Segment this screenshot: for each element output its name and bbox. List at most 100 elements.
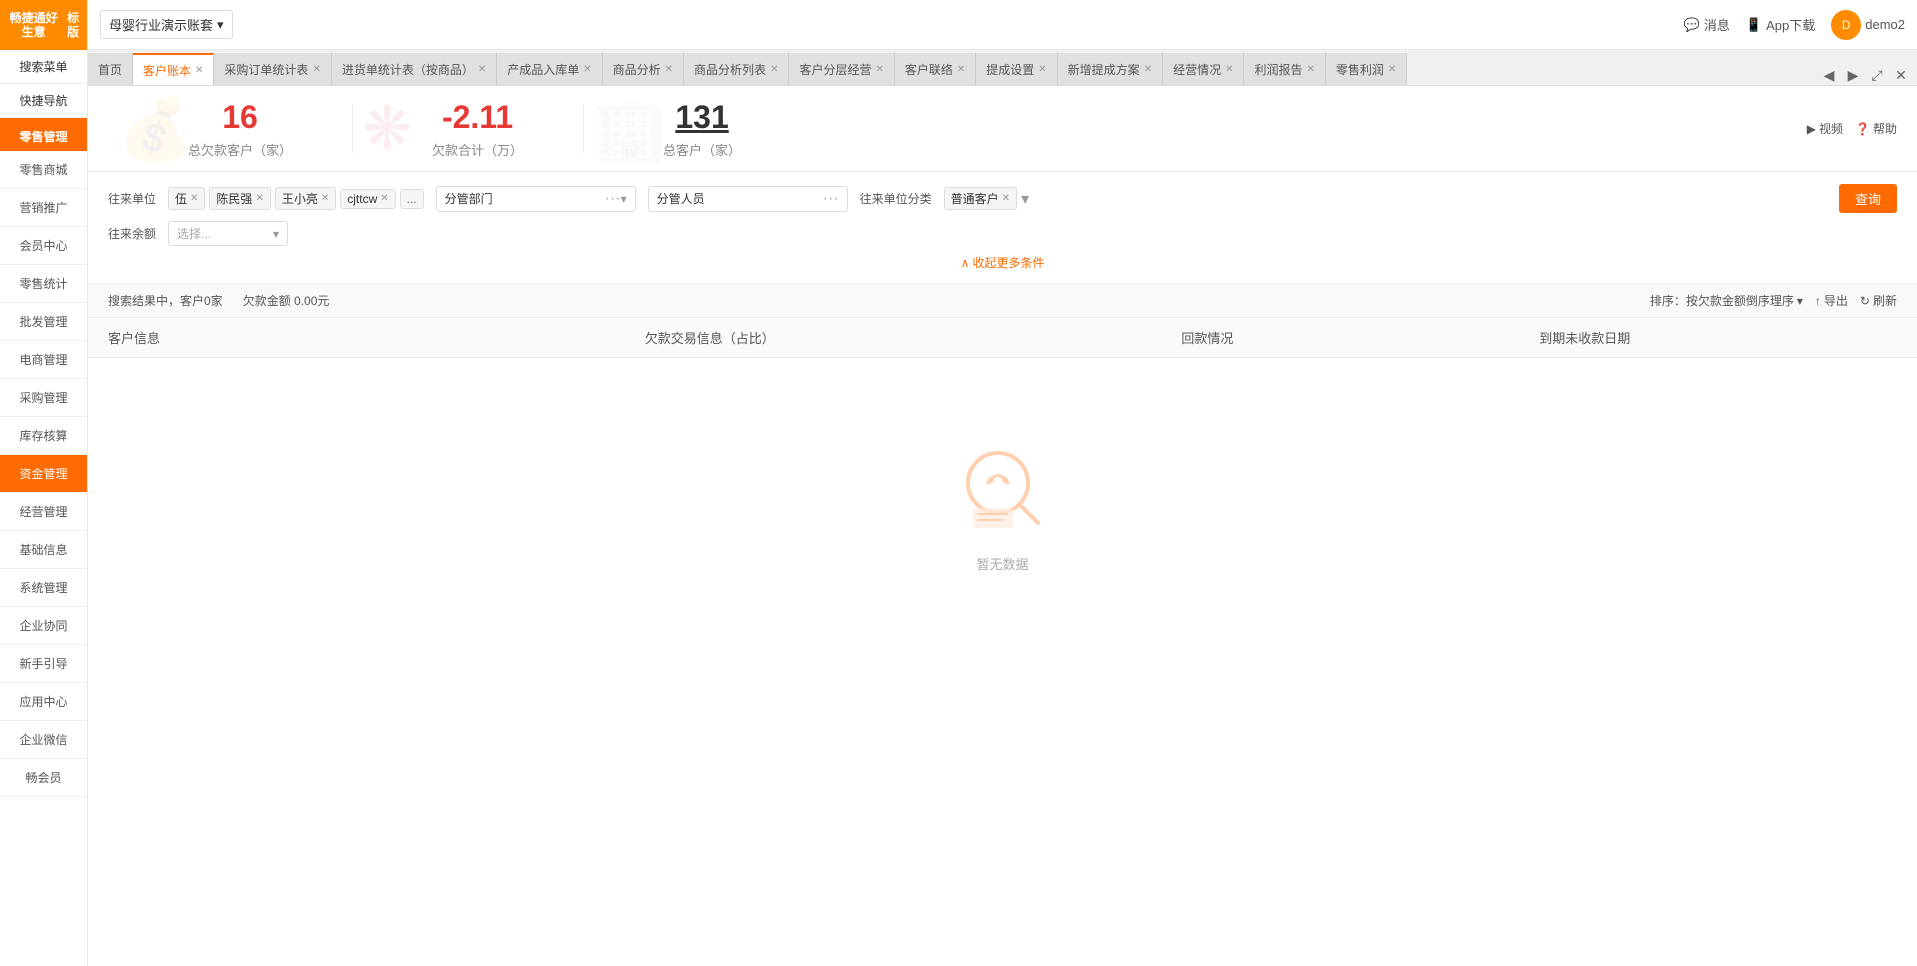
tab-product-analysis-close[interactable]: ✕	[665, 64, 673, 75]
sidebar-item-basic[interactable]: 基础信息	[0, 531, 87, 569]
avatar: D	[1831, 10, 1861, 40]
tag-1-label: 陈民强	[216, 190, 252, 207]
tab-product-analysis[interactable]: 商品分析 ✕	[603, 53, 684, 85]
sidebar-item-newcomer[interactable]: 新手引导	[0, 645, 87, 683]
filter-tag-2[interactable]: 王小亮 ✕	[275, 187, 336, 210]
help-btn[interactable]: ❓ 帮助	[1855, 120, 1897, 137]
tab-product-instock-close[interactable]: ✕	[583, 64, 591, 75]
tab-instock-close[interactable]: ✕	[478, 64, 486, 75]
tab-home-label: 首页	[98, 61, 122, 78]
sidebar-item-member[interactable]: 会员中心	[0, 227, 87, 265]
unit-cat-tag-label: 普通客户	[951, 190, 999, 207]
sidebar-item-enterprise[interactable]: 企业协同	[0, 607, 87, 645]
sidebar-item-operation[interactable]: 经营管理	[0, 493, 87, 531]
query-button[interactable]: 查询	[1839, 184, 1897, 213]
tab-product-analysis-list[interactable]: 商品分析列表 ✕	[684, 53, 789, 85]
refresh-btn[interactable]: ↻ 刷新	[1860, 292, 1897, 309]
tag-1-close[interactable]: ✕	[255, 193, 263, 204]
tab-business-status[interactable]: 经营情况 ✕	[1163, 53, 1244, 85]
filter-tag-more[interactable]: ...	[400, 189, 424, 209]
tab-purchase-order-stats[interactable]: 采购订单统计表 ✕	[214, 53, 331, 85]
filter-tag-3[interactable]: cjttcw ✕	[340, 189, 395, 209]
sidebar-item-retail-mall[interactable]: 零售商城	[0, 151, 87, 189]
tab-next-btn[interactable]: ▶	[1843, 65, 1863, 85]
inventory-label: 库存核算	[19, 429, 67, 443]
header-left: 母婴行业演示账套 ▾	[100, 10, 233, 39]
retail-section[interactable]: 零售管理	[0, 118, 87, 151]
stat-overdue-value: -2.11	[442, 98, 513, 136]
message-btn[interactable]: 💬 消息	[1684, 15, 1730, 34]
filter-tag-1[interactable]: 陈民强 ✕	[209, 187, 270, 210]
branch-person-select[interactable]: 分管人员 ···	[648, 186, 848, 212]
tab-profit-report[interactable]: 利润报告 ✕	[1244, 53, 1325, 85]
tab-customer-tier[interactable]: 客户分层经营 ✕	[789, 53, 894, 85]
remainder-label: 往来余额	[108, 225, 156, 242]
tab-prev-btn[interactable]: ◀	[1819, 65, 1839, 85]
video-btn[interactable]: ▶ 视频	[1807, 120, 1843, 137]
username: demo2	[1865, 17, 1905, 32]
tab-accounts[interactable]: 客户账本 ✕	[133, 53, 214, 85]
filter-tag-0[interactable]: 伍 ✕	[168, 187, 205, 210]
sidebar-item-marketing[interactable]: 营销推广	[0, 189, 87, 227]
search-menu-btn[interactable]: 搜索菜单	[0, 50, 87, 84]
tab-accounts-close[interactable]: ✕	[195, 65, 203, 76]
tag-2-close[interactable]: ✕	[321, 193, 329, 204]
sort-label: 排序：按欠款金额倒序理序	[1650, 292, 1794, 309]
data-table: 客户信息 欠款交易信息（占比） 回款情况 到期未收款日期	[88, 318, 1917, 653]
sidebar-item-vip[interactable]: 畅会员	[0, 759, 87, 797]
tab-new-commission-close[interactable]: ✕	[1144, 64, 1152, 75]
tab-product-analysis-list-close[interactable]: ✕	[770, 64, 778, 75]
tab-new-commission[interactable]: 新增提成方案 ✕	[1058, 53, 1163, 85]
help-icon: ❓	[1855, 122, 1870, 136]
search-result-label: 搜索结果中，客户0家	[108, 292, 223, 309]
empty-icon	[953, 438, 1053, 538]
tab-retail-profit[interactable]: 零售利润 ✕	[1326, 53, 1407, 85]
operation-label: 经营管理	[19, 505, 67, 519]
sort-selector[interactable]: 排序：按欠款金额倒序理序 ▾	[1650, 292, 1803, 309]
unit-cat-close[interactable]: ✕	[1002, 193, 1010, 204]
stats-right-actions: ▶ 视频 ❓ 帮助	[1807, 120, 1897, 137]
tab-customer-contact[interactable]: 客户联络 ✕	[895, 53, 976, 85]
unit-category-label: 往来单位分类	[860, 190, 932, 207]
sidebar-item-finance[interactable]: 资金管理	[0, 455, 87, 493]
sidebar-item-inventory[interactable]: 库存核算	[0, 417, 87, 455]
tab-instock-stats[interactable]: 进货单统计表（按商品） ✕	[332, 53, 497, 85]
unit-cat-arrow: ▾	[1021, 189, 1029, 209]
result-actions: 排序：按欠款金额倒序理序 ▾ ↑ 导出 ↻ 刷新	[1650, 292, 1897, 309]
tab-retail-profit-close[interactable]: ✕	[1388, 64, 1396, 75]
branch-dept-select[interactable]: 分管部门 ··· ▾	[436, 186, 636, 212]
tab-commission-close[interactable]: ✕	[1038, 64, 1046, 75]
sidebar-item-ecommerce[interactable]: 电商管理	[0, 341, 87, 379]
workspace-selector[interactable]: 母婴行业演示账套 ▾	[100, 10, 233, 39]
sidebar-item-wechat[interactable]: 企业微信	[0, 721, 87, 759]
export-icon: ↑	[1815, 294, 1821, 308]
tab-customer-tier-close[interactable]: ✕	[875, 64, 883, 75]
app-download-btn[interactable]: 📱 App下载	[1746, 15, 1815, 34]
collapse-btn[interactable]: ∧ 收起更多条件	[108, 254, 1897, 271]
tab-purchase-order-close[interactable]: ✕	[312, 64, 320, 75]
tab-close-all-btn[interactable]: ✕	[1891, 65, 1911, 85]
tab-profit-report-close[interactable]: ✕	[1307, 64, 1315, 75]
filter-row-2: 往来余额 选择... ▾	[108, 221, 1897, 246]
sidebar-item-appcenter[interactable]: 应用中心	[0, 683, 87, 721]
remainder-select[interactable]: 选择... ▾	[168, 221, 288, 246]
sidebar-item-system[interactable]: 系统管理	[0, 569, 87, 607]
unit-category-tag-0[interactable]: 普通客户 ✕	[944, 187, 1017, 210]
filter-tags: 伍 ✕ 陈民强 ✕ 王小亮 ✕ cjttcw ✕	[168, 187, 424, 210]
tab-expand-btn[interactable]: ⤢	[1867, 65, 1887, 85]
quick-nav-btn[interactable]: 快捷导航	[0, 84, 87, 118]
collapse-arrow-icon: ∧	[961, 256, 970, 270]
export-btn[interactable]: ↑ 导出	[1815, 292, 1848, 309]
user-menu[interactable]: D demo2	[1831, 10, 1905, 40]
tab-product-instock[interactable]: 产成品入库单 ✕	[497, 53, 602, 85]
tag-3-close[interactable]: ✕	[380, 193, 388, 204]
tab-home[interactable]: 首页	[88, 53, 133, 85]
tab-business-status-close[interactable]: ✕	[1225, 64, 1233, 75]
system-label: 系统管理	[19, 581, 67, 595]
tag-0-close[interactable]: ✕	[190, 193, 198, 204]
sidebar-item-wholesale[interactable]: 批发管理	[0, 303, 87, 341]
tab-customer-contact-close[interactable]: ✕	[957, 64, 965, 75]
sidebar-item-purchase[interactable]: 采购管理	[0, 379, 87, 417]
sidebar-item-retail-stats[interactable]: 零售统计	[0, 265, 87, 303]
tab-commission-settings[interactable]: 提成设置 ✕	[976, 53, 1057, 85]
